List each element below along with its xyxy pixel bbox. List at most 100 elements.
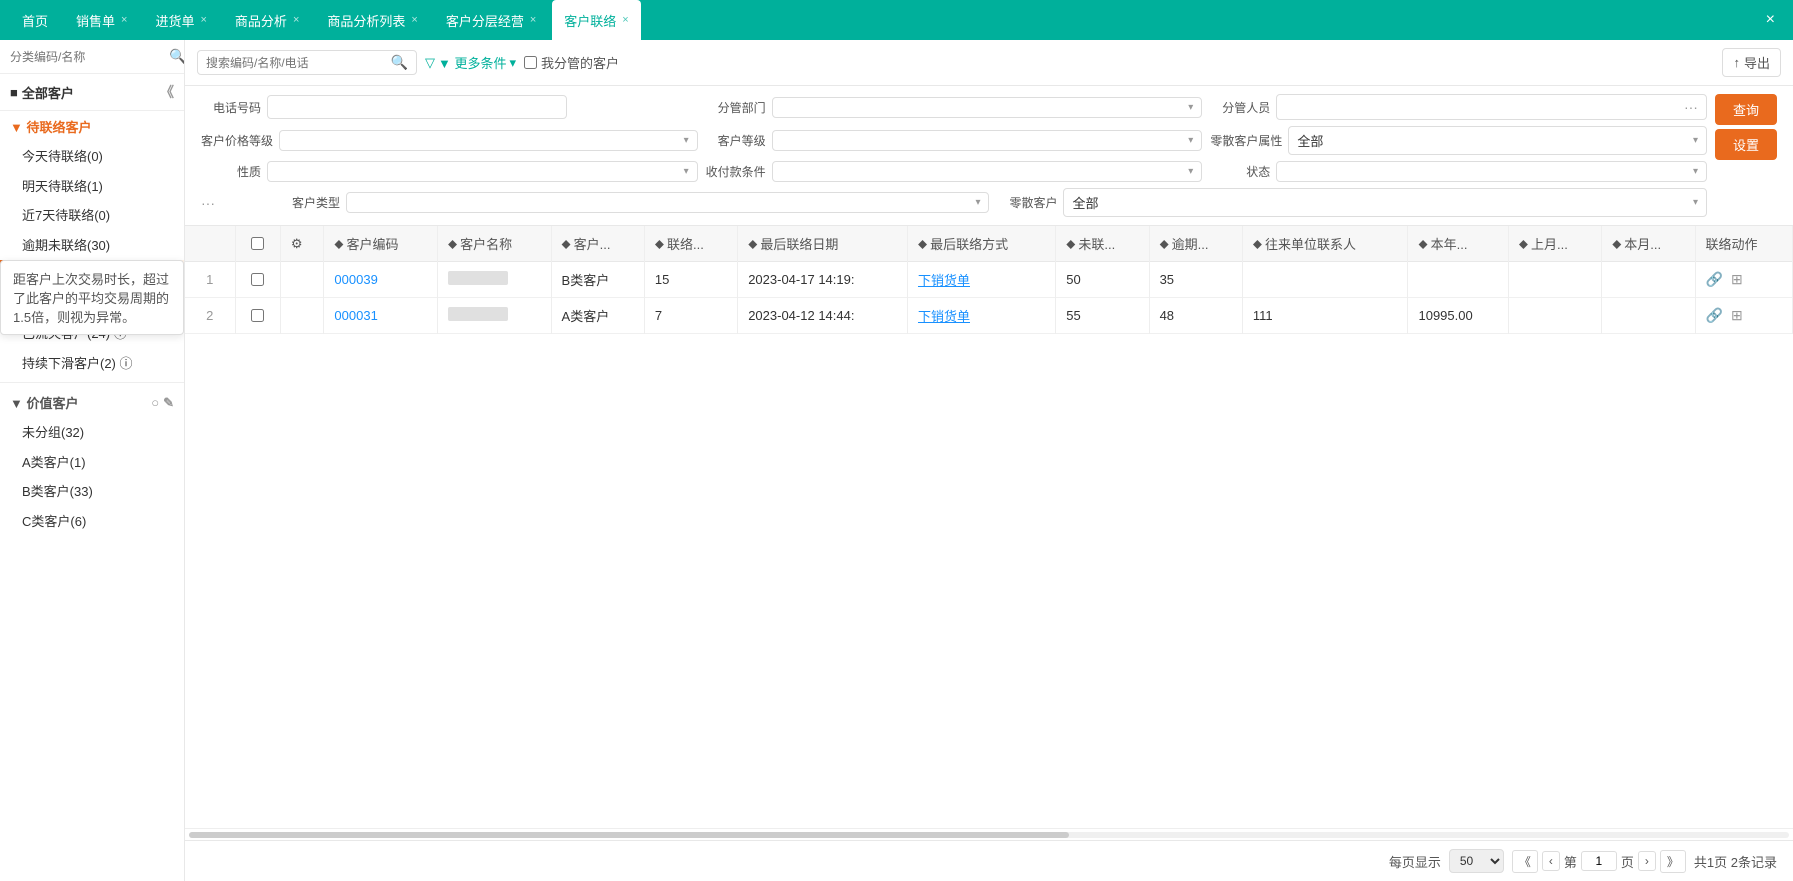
row4-dots-icon[interactable]: ···	[201, 195, 215, 211]
cell-code-2[interactable]: 000031	[324, 298, 438, 334]
nav-product-analysis[interactable]: 商品分析 ×	[223, 0, 311, 40]
filter-phone-input[interactable]	[267, 95, 567, 119]
person-dots-icon[interactable]: ···	[1684, 99, 1698, 115]
table-row: 2 000031 A类客户 7 2023-04-1	[185, 298, 1793, 334]
sidebar-item-7days[interactable]: 近7天待联络(0)	[0, 201, 184, 231]
sidebar-collapse-btn[interactable]: 《	[160, 82, 174, 102]
more-conditions-btn[interactable]: ▽ ▼ 更多条件 ▾	[425, 53, 516, 72]
col-type: ⬥ 客户...	[551, 226, 644, 262]
table-row: 1 000039 B类客户 15 2023-04-	[185, 262, 1793, 298]
total-label: 共1页 2条记录	[1694, 852, 1777, 871]
query-button[interactable]: 查询	[1715, 94, 1777, 125]
toolbar: 🔍 ▽ ▼ 更多条件 ▾ 我分管的客户 ↑ 导出	[185, 40, 1793, 86]
row1-checkbox[interactable]	[251, 273, 264, 286]
filter-customer-grade-select[interactable]: ▾	[772, 130, 1203, 151]
sidebar: 🔍 ■ 全部客户 《 距客户上次交易时长，超过了此客户的平均交易周期的1.5倍，…	[0, 40, 185, 881]
scroll-track[interactable]	[189, 832, 1789, 838]
link-icon-2[interactable]: 🔗	[1706, 307, 1723, 324]
cell-code-1[interactable]: 000039	[324, 262, 438, 298]
col-uncontacted: ⬥ 未联...	[1056, 226, 1149, 262]
filter-customer-type-select[interactable]: ▾	[346, 192, 990, 213]
horizontal-scrollbar[interactable]	[185, 828, 1793, 840]
nav-customer-tier-close[interactable]: ×	[530, 14, 536, 26]
sidebar-item-a-class[interactable]: A类客户(1)	[0, 448, 184, 478]
nav-product-list[interactable]: 商品分析列表 ×	[315, 0, 429, 40]
first-page-btn[interactable]: 《	[1512, 850, 1538, 873]
col-last-month-sort-icon: ⬥	[1519, 236, 1528, 252]
select-all-checkbox[interactable]	[251, 237, 264, 250]
col-actions: 联络动作	[1695, 226, 1792, 262]
export-button[interactable]: ↑ 导出	[1722, 48, 1781, 77]
my-customers-checkbox[interactable]	[524, 56, 537, 69]
filter-person-label: 分管人员	[1210, 99, 1270, 116]
row2-checkbox[interactable]	[251, 309, 264, 322]
tooltip-box: 距客户上次交易时长，超过了此客户的平均交易周期的1.5倍，则视为异常。	[0, 260, 184, 335]
filter-row-3: 性质 ▾ 收付款条件 ▾	[201, 161, 1707, 182]
filter-person-input[interactable]: ···	[1276, 94, 1707, 120]
sidebar-item-today[interactable]: 今天待联络(0)	[0, 142, 184, 172]
nav-product-analysis-close[interactable]: ×	[293, 14, 299, 26]
filter-customer-grade: 客户等级 ▾	[706, 130, 1203, 151]
nav-customer-contact[interactable]: 客户联络 ×	[552, 0, 640, 40]
sidebar-item-b-class[interactable]: B类客户(33)	[0, 477, 184, 507]
filter-dept-select[interactable]: ▾	[772, 97, 1203, 118]
nav-customer-tier[interactable]: 客户分层经营 ×	[434, 0, 548, 40]
cell-this-month-2	[1602, 298, 1695, 334]
per-page-select[interactable]: 50 100 200	[1449, 849, 1504, 873]
filter-status-select[interactable]: ▾	[1276, 161, 1707, 182]
sidebar-item-c-class[interactable]: C类客户(6)	[0, 507, 184, 537]
col-this-year: ⬥ 本年...	[1408, 226, 1508, 262]
nav-customer-contact-close[interactable]: ×	[622, 14, 628, 26]
filter-retail-attr-select[interactable]: 全部 ▾	[1288, 126, 1707, 155]
filter-retail-customer-select[interactable]: 全部 ▾	[1063, 188, 1707, 217]
search-input[interactable]	[206, 56, 387, 70]
next-page-btn[interactable]: ›	[1638, 851, 1656, 871]
window-close-button[interactable]: ×	[1758, 11, 1783, 29]
cell-overdue-2: 48	[1149, 298, 1242, 334]
filter-nature-select[interactable]: ▾	[267, 161, 698, 182]
filter-icon: ▽	[425, 55, 435, 71]
nav-sales-close[interactable]: ×	[121, 14, 127, 26]
table-gear-icon[interactable]: ⚙	[291, 236, 303, 251]
nav-purchase[interactable]: 进货单 ×	[143, 0, 218, 40]
search-input-wrap: 🔍	[197, 50, 417, 75]
filter-dept-label: 分管部门	[706, 99, 766, 116]
prev-page-btn[interactable]: ‹	[1542, 851, 1560, 871]
sidebar-section-value[interactable]: ▼ 价值客户 ○ ✎	[0, 387, 184, 418]
filter-dots-item: ···	[201, 195, 272, 211]
nav-home[interactable]: 首页	[10, 0, 60, 40]
nav-product-list-close[interactable]: ×	[411, 14, 417, 26]
sidebar-item-declining[interactable]: 持续下滑客户(2) ⓘ	[0, 349, 184, 379]
cell-actions-2: 🔗 ⊞	[1695, 298, 1792, 334]
sidebar-search-input[interactable]	[10, 50, 165, 64]
cell-this-year-1	[1408, 262, 1508, 298]
sidebar-circle-icon[interactable]: ○	[151, 395, 159, 411]
filter-phone-label: 电话号码	[201, 99, 261, 116]
sidebar-section-pending[interactable]: ▼ 待联络客户	[0, 111, 184, 142]
last-page-btn[interactable]: 》	[1660, 850, 1686, 873]
current-page-input[interactable]	[1581, 851, 1617, 871]
settings-button[interactable]: 设置	[1715, 129, 1777, 160]
filter-payment-select[interactable]: ▾	[772, 161, 1203, 182]
sidebar-edit-icon[interactable]: ✎	[163, 395, 174, 411]
filter-price-grade-select[interactable]: ▾	[279, 130, 698, 151]
col-last-month: ⬥ 上月...	[1508, 226, 1601, 262]
nav-sales[interactable]: 销售单 ×	[64, 0, 139, 40]
sidebar-item-unclassified[interactable]: 未分组(32)	[0, 418, 184, 448]
cell-last-method-1[interactable]: 下销货单	[907, 262, 1055, 298]
cell-contact-2: 7	[644, 298, 737, 334]
price-grade-arrow: ▾	[684, 135, 689, 146]
grid-icon-1[interactable]: ⊞	[1731, 271, 1743, 288]
nav-purchase-close[interactable]: ×	[200, 14, 206, 26]
sidebar-item-tomorrow[interactable]: 明天待联络(1)	[0, 172, 184, 202]
sidebar-item-overdue[interactable]: 逾期未联络(30)	[0, 231, 184, 261]
page-nav: 《 ‹ 第 页 › 》	[1512, 850, 1686, 873]
status-arrow: ▾	[1693, 166, 1698, 177]
cell-last-method-2[interactable]: 下销货单	[907, 298, 1055, 334]
link-icon-1[interactable]: 🔗	[1706, 271, 1723, 288]
grid-icon-2[interactable]: ⊞	[1731, 307, 1743, 324]
retail-customer-arrow: ▾	[1693, 197, 1698, 208]
customer-table: ⚙ ⬥ 客户编码 ⬥ 客户名称	[185, 226, 1793, 334]
dept-select-arrow: ▾	[1188, 102, 1193, 113]
scroll-thumb[interactable]	[189, 832, 1069, 838]
